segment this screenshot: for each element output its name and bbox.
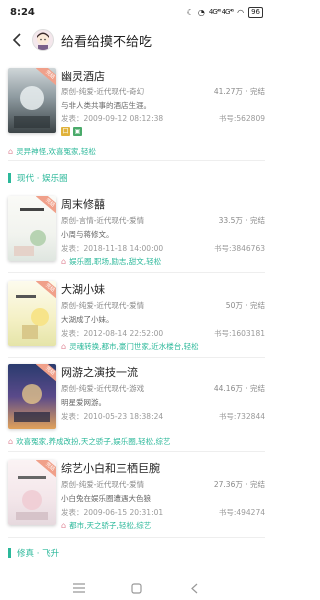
book-meta: 原创-纯爱-近代现代-爱情 50万 · 完结	[61, 300, 265, 311]
book-desc: 与非人类共事的酒店生涯。	[61, 101, 151, 110]
book-badges: 口 ▣	[61, 127, 82, 136]
book-number: 书号:562809	[218, 114, 265, 123]
book-date-row: 发表：2010-05-23 18:38:24 书号:732844	[61, 411, 265, 422]
tag-icon: ⌂	[8, 147, 14, 156]
section-accent-bar	[8, 548, 11, 558]
book-number: 书号:3846763	[214, 244, 265, 253]
tag-icon: ⌂	[61, 342, 67, 351]
book-cover[interactable]: 完结	[8, 196, 56, 261]
book-meta: 原创-纯爱-近代现代-游戏 44.16万 · 完结	[61, 383, 265, 394]
clock-icon: ◔	[197, 7, 205, 17]
book-desc: 大湖成了小妹。	[61, 315, 114, 324]
book-meta: 原创-纯爱-近代现代-爱情 27.36万 · 完结	[61, 479, 265, 490]
section-heading: 现代 · 娱乐圈	[0, 170, 273, 186]
book-number: 书号:1603181	[214, 329, 265, 338]
divider	[8, 357, 265, 358]
book-cover[interactable]: 完结	[8, 460, 56, 525]
book-date-row: 发表：2009-06-15 20:31:01 书号:494274	[61, 507, 265, 518]
book-tags: ⌂ 娱乐圈,职场,励志,甜文,轻松	[61, 256, 161, 267]
divider	[8, 451, 265, 452]
book-title[interactable]: 综艺小白和三栖巨腕	[61, 460, 160, 476]
book-cover[interactable]: 完结	[8, 68, 56, 133]
moon-icon: ☾	[186, 7, 194, 17]
book-desc: 小白兔在娱乐圈遭遇大色狼	[61, 494, 151, 503]
status-icons: ☾ ◔ 4G⁴⁶ 4G⁴⁶ ◠ 96	[186, 6, 263, 18]
wifi-icon: ◠	[237, 7, 245, 17]
book-title[interactable]: 周末修囍	[61, 196, 105, 212]
book-date-row: 发表：2018-11-18 14:00:00 书号:3846763	[61, 243, 265, 254]
tag-icon: ⌂	[61, 257, 67, 266]
book-date: 发表：2018-11-18 14:00:00	[61, 244, 164, 253]
signal-icon: 4G⁴⁶ 4G⁴⁶	[208, 8, 234, 16]
book-tags: ⌂ 欢喜冤家,养成改扮,天之骄子,娱乐圈,轻松,综艺	[8, 436, 171, 447]
back-icon[interactable]	[187, 581, 201, 595]
book-date: 发表：2009-09-12 08:12:38	[61, 114, 164, 123]
status-time: 8:24	[10, 6, 35, 18]
book-tag-list: 灵魂转换,都市,豪门世家,近水楼台,轻松	[69, 342, 199, 351]
book-meta: 原创-言情-近代现代-爱情 33.5万 · 完结	[61, 215, 265, 226]
tag-icon: ⌂	[61, 521, 67, 530]
book-tags: ⌂ 灵魂转换,都市,豪门世家,近水楼台,轻松	[61, 341, 199, 352]
book-date: 发表：2010-05-23 18:38:24	[61, 412, 164, 421]
tag-icon: ⌂	[8, 437, 14, 446]
book-genre: 原创-纯爱-近代现代-爱情	[61, 480, 145, 489]
book-tag-list: 欢喜冤家,养成改扮,天之骄子,娱乐圈,轻松,综艺	[16, 437, 171, 446]
status-bar: 8:24 ☾ ◔ 4G⁴⁶ 4G⁴⁶ ◠ 96	[0, 0, 273, 24]
book-number: 书号:494274	[218, 508, 265, 517]
home-icon[interactable]	[129, 581, 143, 595]
book-desc: 明星爱网游。	[61, 398, 106, 407]
book-date: 发表：2012-08-14 22:52:00	[61, 329, 164, 338]
book-tags: ⌂ 都市,天之骄子,轻松,综艺	[61, 520, 151, 531]
book-stats: 33.5万 · 完结	[218, 216, 265, 225]
book-date: 发表：2009-06-15 20:31:01	[61, 508, 164, 517]
section-label: 修真 · 飞升	[17, 549, 60, 559]
book-tags: ⌂ 灵异神怪,欢喜冤家,轻松	[8, 146, 96, 157]
book-stats: 44.16万 · 完结	[213, 384, 265, 393]
book-stats: 50万 · 完结	[225, 301, 265, 310]
book-genre: 原创-纯爱-近代现代-游戏	[61, 384, 145, 393]
system-nav-bar	[0, 576, 273, 600]
book-tag-list: 娱乐圈,职场,励志,甜文,轻松	[69, 257, 162, 266]
page-title: 给看给摸不给吃	[61, 34, 153, 50]
book-stats: 41.27万 · 完结	[213, 87, 265, 96]
divider	[8, 272, 265, 273]
avatar[interactable]	[32, 29, 54, 51]
book-tag-list: 都市,天之骄子,轻松,综艺	[69, 521, 152, 530]
book-date-row: 发表：2012-08-14 22:52:00 书号:1603181	[61, 328, 265, 339]
section-label: 现代 · 娱乐圈	[17, 174, 68, 184]
header: 给看给摸不给吃	[0, 24, 273, 56]
book-title[interactable]: 网游之演技一流	[61, 364, 138, 380]
book-stats: 27.36万 · 完结	[213, 480, 265, 489]
book-tag-list: 灵异神怪,欢喜冤家,轻松	[16, 147, 96, 156]
book-genre: 原创-纯爱-近代现代-爱情	[61, 301, 145, 310]
book-cover[interactable]: 完结	[8, 364, 56, 429]
section-accent-bar	[8, 173, 11, 183]
divider	[8, 537, 265, 538]
book-genre: 原创-言情-近代现代-爱情	[61, 216, 145, 225]
book-number: 书号:732844	[218, 412, 265, 421]
menu-icon[interactable]	[72, 581, 86, 595]
book-genre: 原创-纯爱-近代现代-奇幻	[61, 87, 145, 96]
section-heading: 修真 · 飞升	[0, 545, 273, 561]
battery-icon: 96	[248, 6, 263, 18]
badge-icon: 口	[61, 127, 70, 136]
book-cover[interactable]: 完结	[8, 281, 56, 346]
book-date-row: 发表：2009-09-12 08:12:38 书号:562809	[61, 113, 265, 124]
book-title[interactable]: 大湖小妹	[61, 281, 105, 297]
book-title[interactable]: 幽灵酒店	[61, 68, 105, 84]
book-desc: 小周与蒋修文。	[61, 230, 114, 239]
badge-icon: ▣	[73, 127, 82, 136]
book-meta: 原创-纯爱-近代现代-奇幻 41.27万 · 完结	[61, 86, 265, 97]
back-arrow-icon[interactable]	[8, 31, 26, 49]
divider	[8, 160, 265, 161]
